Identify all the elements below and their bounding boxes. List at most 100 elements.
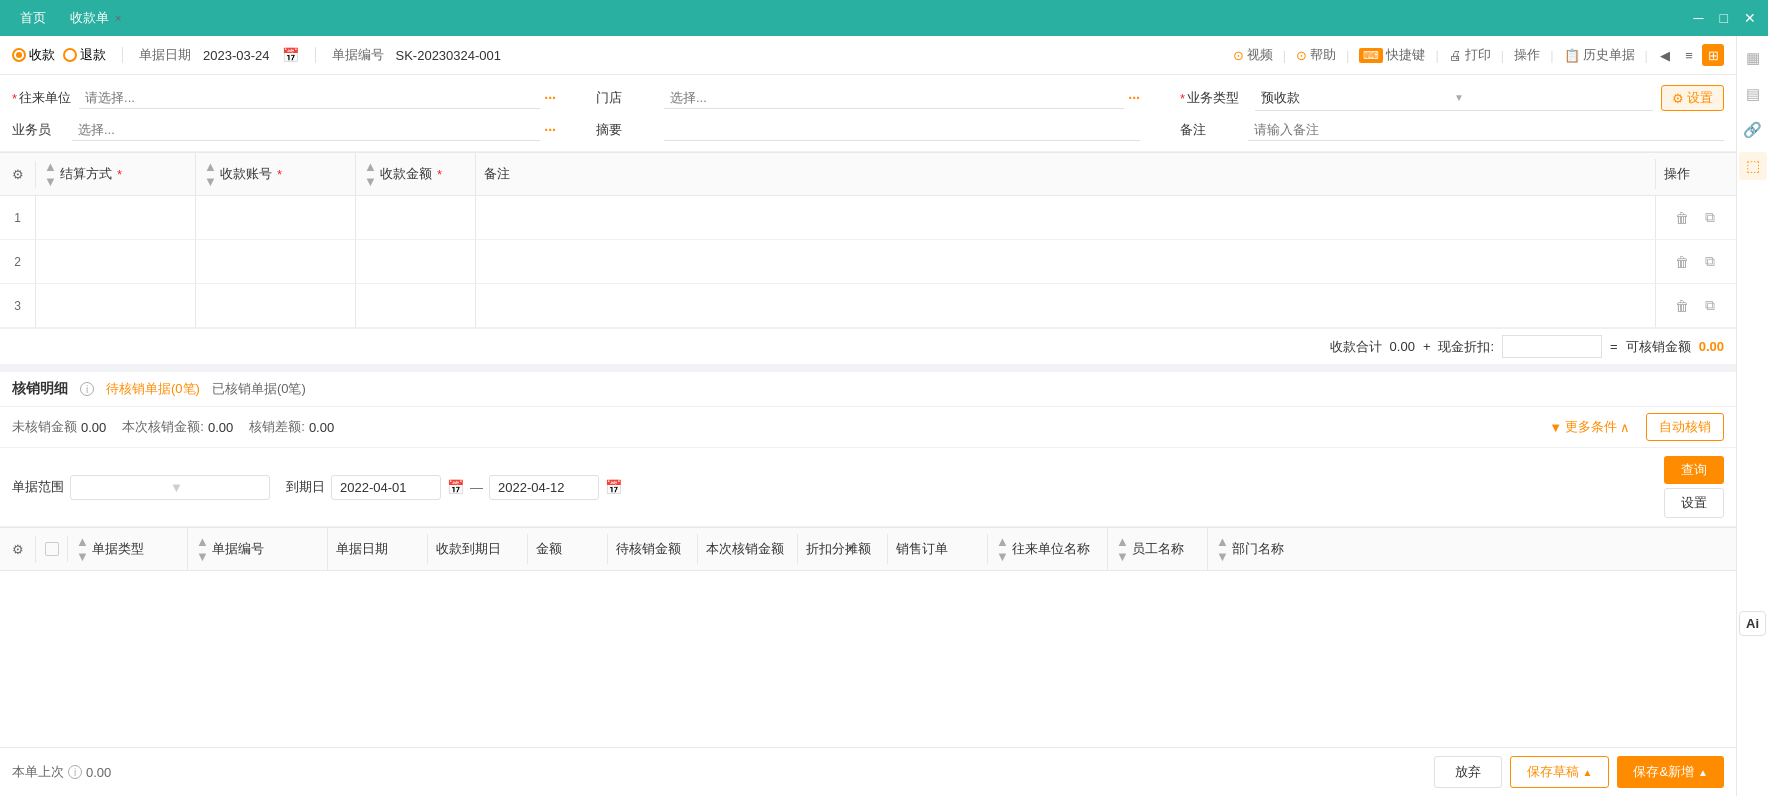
abandon-btn[interactable]: 放弃 xyxy=(1434,756,1502,788)
date-end-calendar-icon[interactable]: 📅 xyxy=(605,479,622,495)
more-conditions-btn[interactable]: ▼ 更多条件 ∧ xyxy=(1549,418,1630,436)
biz-type-select[interactable]: 预收款 ▼ xyxy=(1255,86,1653,111)
filter-settings-btn[interactable]: 设置 xyxy=(1664,488,1724,518)
save-new-btn[interactable]: 保存&新增 ▲ xyxy=(1617,756,1724,788)
bth-num-label: 单据编号 xyxy=(212,540,264,558)
save-draft-btn[interactable]: 保存草稿 ▲ xyxy=(1510,756,1610,788)
ai-button[interactable]: Ai xyxy=(1739,611,1766,636)
th-account-label: 收款账号 xyxy=(220,165,272,183)
row-1-settlement[interactable] xyxy=(36,196,196,239)
row-2-amount[interactable] xyxy=(356,240,476,283)
staff-input[interactable] xyxy=(72,119,540,141)
row-3-amount[interactable] xyxy=(356,284,476,327)
print-btn[interactable]: 🖨 打印 xyxy=(1445,44,1495,66)
video-btn[interactable]: ⊙ 视频 xyxy=(1229,44,1277,66)
window-max-btn[interactable]: □ xyxy=(1716,8,1732,28)
select-all-checkbox[interactable] xyxy=(45,542,59,556)
discount-input[interactable] xyxy=(1502,335,1602,358)
auto-verify-btn[interactable]: 自动核销 xyxy=(1646,413,1724,441)
biz-type-field: * 业务类型 预收款 ▼ ⚙ 设置 xyxy=(1180,85,1724,111)
query-btn[interactable]: 查询 xyxy=(1664,456,1724,484)
window-close-btn[interactable]: ✕ xyxy=(1740,8,1760,28)
row-2-delete-icon[interactable]: 🗑 xyxy=(1671,251,1693,273)
bottom-action-bar: 本单上次 i 0.00 放弃 保存草稿 ▲ 保存&新增 ▲ xyxy=(0,747,1736,796)
history-btn[interactable]: 📋 历史单据 xyxy=(1560,44,1639,66)
range-select[interactable]: ▼ xyxy=(70,475,270,500)
sidebar-expand-icon[interactable]: ⬚ xyxy=(1739,152,1767,180)
bth-date: 单据日期 xyxy=(328,534,428,564)
remark-input[interactable] xyxy=(1248,119,1724,141)
summary-input[interactable] xyxy=(664,119,1140,141)
date-end-input[interactable] xyxy=(489,475,599,500)
window-min-btn[interactable]: ─ xyxy=(1690,8,1708,28)
sidebar-link-icon[interactable]: 🔗 xyxy=(1739,116,1767,144)
nav-tab-close-icon[interactable]: × xyxy=(115,12,121,24)
shop-ellipsis-icon[interactable]: ··· xyxy=(1128,90,1140,106)
tab-pending[interactable]: 待核销单据(0笔) xyxy=(106,380,200,398)
settings-btn[interactable]: ⚙ 设置 xyxy=(1661,85,1724,111)
type-sort-icon[interactable]: ▲▼ xyxy=(76,534,89,564)
date-calendar-icon[interactable]: 📅 xyxy=(282,47,299,63)
table-gear-icon[interactable]: ⚙ xyxy=(0,161,36,188)
row-2-settlement[interactable] xyxy=(36,240,196,283)
radio-refund-label: 退款 xyxy=(80,46,106,64)
nav-home[interactable]: 首页 xyxy=(8,9,58,27)
row-2-copy-icon[interactable]: ⧉ xyxy=(1699,251,1721,273)
row-2-remark[interactable] xyxy=(476,240,1656,283)
num-sort-icon[interactable]: ▲▼ xyxy=(196,534,209,564)
total-label: 收款合计 xyxy=(1330,338,1382,356)
range-filter: 单据范围 ▼ xyxy=(12,475,270,500)
unit-ellipsis-icon[interactable]: ··· xyxy=(544,90,556,106)
date-start-calendar-icon[interactable]: 📅 xyxy=(447,479,464,495)
row-3-copy-icon[interactable]: ⧉ xyxy=(1699,295,1721,317)
sidebar-list-icon[interactable]: ▤ xyxy=(1739,80,1767,108)
emp-sort-icon[interactable]: ▲▼ xyxy=(1116,534,1129,564)
bottom-table-gear-icon[interactable]: ⚙ xyxy=(0,536,36,563)
bth-unit-label: 往来单位名称 xyxy=(1012,540,1090,558)
unit-field: * 往来单位 ··· xyxy=(12,87,556,109)
operation-btn[interactable]: 操作 xyxy=(1510,44,1544,66)
amount-sort-icon[interactable]: ▲▼ xyxy=(364,159,377,189)
row-2-account[interactable] xyxy=(196,240,356,283)
bth-pending-label: 待核销金额 xyxy=(616,540,681,558)
video-label: 视频 xyxy=(1247,46,1273,64)
row-3-remark[interactable] xyxy=(476,284,1656,327)
row-1-account[interactable] xyxy=(196,196,356,239)
shortcut-btn[interactable]: ⌨ 快捷键 xyxy=(1355,44,1429,66)
row-1-amount[interactable] xyxy=(356,196,476,239)
view-prev-icon[interactable]: ◀ xyxy=(1654,44,1676,66)
view-list-icon[interactable]: ≡ xyxy=(1678,44,1700,66)
dept-sort-icon[interactable]: ▲▼ xyxy=(1216,534,1229,564)
staff-ellipsis-icon[interactable]: ··· xyxy=(544,122,556,138)
view-icons: ◀ ≡ ⊞ xyxy=(1654,44,1724,66)
num-label: 单据编号 xyxy=(332,46,384,64)
help-btn[interactable]: ⊙ 帮助 xyxy=(1292,44,1340,66)
action-buttons: 放弃 保存草稿 ▲ 保存&新增 ▲ xyxy=(1434,756,1724,788)
bottom-info-icon[interactable]: i xyxy=(68,765,82,779)
settlement-sort-icon[interactable]: ▲▼ xyxy=(44,159,57,189)
date-start-input[interactable] xyxy=(331,475,441,500)
radio-receive[interactable]: 收款 xyxy=(12,46,55,64)
row-1-copy-icon[interactable]: ⧉ xyxy=(1699,207,1721,229)
bottom-table-checkbox[interactable] xyxy=(36,536,68,562)
table-row: 3 🗑 ⧉ xyxy=(0,284,1736,328)
unit-sort-icon[interactable]: ▲▼ xyxy=(996,534,1009,564)
account-sort-icon[interactable]: ▲▼ xyxy=(204,159,217,189)
row-3-settlement[interactable] xyxy=(36,284,196,327)
print-label: 打印 xyxy=(1465,46,1491,64)
nav-tab-receipt[interactable]: 收款单 × xyxy=(58,0,133,36)
tab-done[interactable]: 已核销单据(0笔) xyxy=(212,380,306,398)
row-3-delete-icon[interactable]: 🗑 xyxy=(1671,295,1693,317)
sidebar-table-icon[interactable]: ▦ xyxy=(1739,44,1767,72)
date-value[interactable]: 2023-03-24 xyxy=(203,48,270,63)
view-grid-icon[interactable]: ⊞ xyxy=(1702,44,1724,66)
row-1-delete-icon[interactable]: 🗑 xyxy=(1671,207,1693,229)
unit-input[interactable] xyxy=(79,87,540,109)
verification-info-icon[interactable]: i xyxy=(80,382,94,396)
row-1-remark[interactable] xyxy=(476,196,1656,239)
row-3-account[interactable] xyxy=(196,284,356,327)
radio-refund[interactable]: 退款 xyxy=(63,46,106,64)
date-label: 到期日 xyxy=(286,478,325,496)
shop-input[interactable] xyxy=(664,87,1124,109)
diff-amount: 核销差额: 0.00 xyxy=(249,418,334,436)
